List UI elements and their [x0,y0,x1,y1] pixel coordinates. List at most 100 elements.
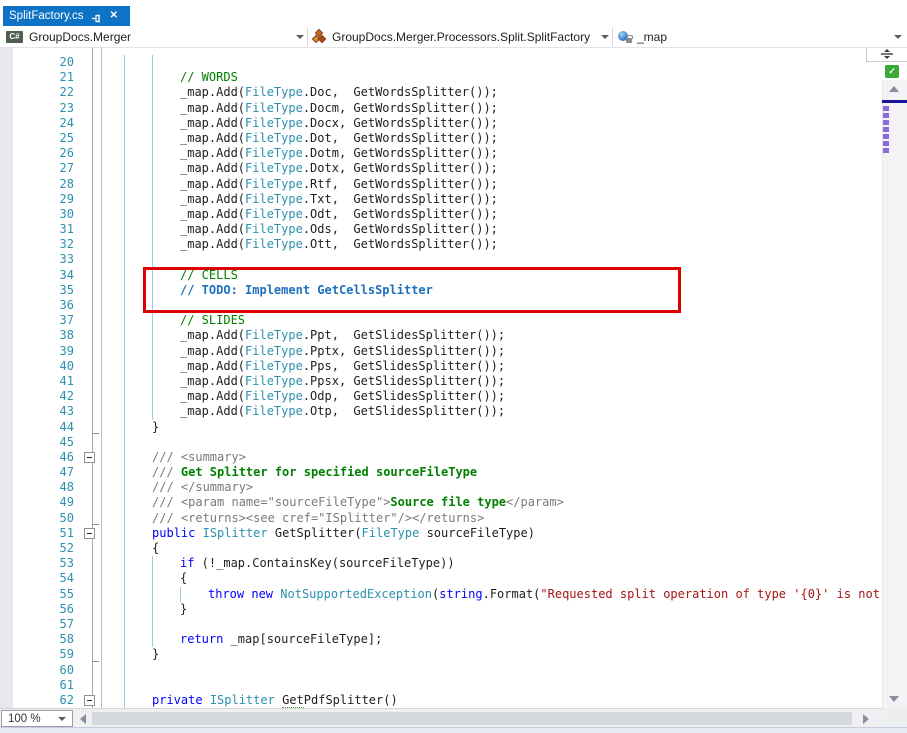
line-number: 47 [59,465,74,480]
code-line-32[interactable]: 32 _map.Add(FileType.Ott, GetWordsSplitte… [0,237,882,253]
code-line-38[interactable]: 38 _map.Add(FileType.Ppt, GetSlidesSplitt… [0,328,882,344]
code-line-39[interactable]: 39 _map.Add(FileType.Pptx, GetSlidesSplit… [0,343,882,359]
indent-guide [124,556,125,572]
code-line-33[interactable]: 33 [0,252,882,268]
type-dropdown-arrow-icon[interactable] [601,35,609,39]
line-number: 39 [59,343,74,358]
indent-guide [124,343,125,359]
scroll-right-arrow[interactable] [863,714,869,724]
code-text: if (!_map.ContainsKey(sourceFileType)) [180,556,455,571]
code-line-55[interactable]: 55 throw new NotSupportedException(string… [0,586,907,602]
code-line-51[interactable]: 51 public ISplitter GetSplitter(FileType … [0,525,882,541]
scroll-up-arrow[interactable] [889,86,899,92]
vertical-scrollbar-track[interactable] [882,80,907,708]
zoom-dropdown-arrow-icon[interactable] [58,716,66,721]
code-line-24[interactable]: 24 _map.Add(FileType.Docx, GetWordsSplitt… [0,115,882,131]
vertical-scrollbar[interactable]: ✓ [866,48,907,708]
code-line-42[interactable]: 42 _map.Add(FileType.Odp, GetSlidesSplitt… [0,389,882,405]
type-dropdown[interactable]: GroupDocs.Merger.Processors.Split.SplitF… [311,26,590,47]
code-line-46[interactable]: 46 /// <summary> [0,449,882,466]
code-line-52[interactable]: 52 { [0,541,882,557]
fold-toggle-icon[interactable] [84,527,95,539]
pin-icon[interactable] [91,11,103,22]
code-line-62[interactable]: 62 private ISplitter GetPdfSplitter() [0,692,882,708]
close-icon[interactable]: ✕ [110,11,118,21]
change-mark [883,134,889,139]
indent-guide [152,358,153,374]
member-dropdown-arrow-icon[interactable] [894,35,902,39]
code-line-47[interactable]: 47 /// Get Splitter for specified sourceF… [0,465,882,481]
code-text: // TODO: Implement GetCellsSplitter [180,282,433,297]
indent-guide [152,267,153,283]
line-number: 53 [59,556,74,571]
splitter-grip[interactable] [866,48,907,62]
code-line-28[interactable]: 28 _map.Add(FileType.Rtf, GetWordsSplitte… [0,176,882,192]
horizontal-scrollbar-thumb[interactable] [92,712,852,725]
code-text: public ISplitter GetSplitter(FileType so… [152,525,535,540]
code-line-40[interactable]: 40 _map.Add(FileType.Pps, GetSlidesSplitt… [0,358,882,374]
code-line-59[interactable]: 59} [0,647,882,663]
code-line-20[interactable]: 20 [0,55,882,71]
code-text: /// <returns><see cref="ISplitter"/></re… [152,510,485,525]
scroll-down-arrow[interactable] [889,696,899,702]
code-line-57[interactable]: 57 [0,616,882,633]
project-label: GroupDocs.Merger [29,29,132,44]
line-number: 32 [59,237,74,252]
project-dropdown-arrow-icon[interactable] [296,35,304,39]
horizontal-scrollbar[interactable] [75,709,880,728]
editor-bottom-bar: 100 % [0,708,907,728]
code-line-54[interactable]: 54 { [0,571,882,587]
code-text: _map.Add(FileType.Rtf, GetWordsSplitter(… [180,176,498,191]
code-line-26[interactable]: 26 _map.Add(FileType.Dotm, GetWordsSplitt… [0,146,882,162]
fold-toggle-icon[interactable] [84,694,95,706]
indent-guide [124,662,125,678]
code-line-23[interactable]: 23 _map.Add(FileType.Docm, GetWordsSplitt… [0,100,882,116]
code-line-44[interactable]: 44} [0,419,882,435]
code-line-60[interactable]: 60 [0,662,882,678]
code-line-61[interactable]: 61 [0,677,882,693]
code-line-31[interactable]: 31 _map.Add(FileType.Ods, GetWordsSplitte… [0,222,882,238]
code-line-53[interactable]: 53 if (!_map.ContainsKey(sourceFileType)) [0,556,882,572]
code-text: /// </summary> [152,480,254,495]
code-line-27[interactable]: 27 _map.Add(FileType.Dotx, GetWordsSplitt… [0,161,882,177]
tab-splitfactory[interactable]: SplitFactory.cs ✕ [3,6,130,26]
indent-guide [152,70,153,86]
scroll-left-arrow[interactable] [80,714,86,724]
code-line-29[interactable]: 29 _map.Add(FileType.Txt, GetWordsSplitte… [0,191,882,207]
code-line-21[interactable]: 21 // WORDS [0,70,882,86]
code-line-30[interactable]: 30 _map.Add(FileType.Odt, GetWordsSplitte… [0,206,882,223]
indent-guide [124,146,125,162]
file-health-indicator-icon[interactable]: ✓ [885,65,899,78]
indent-guide [152,282,153,298]
zoom-dropdown[interactable]: 100 % [1,710,73,727]
code-line-25[interactable]: 25 _map.Add(FileType.Dot, GetWordsSplitte… [0,130,882,147]
code-line-56[interactable]: 56} [0,601,882,617]
code-line-58[interactable]: 58 return _map[sourceFileType]; [0,632,882,648]
indent-guide [152,176,153,192]
code-line-49[interactable]: 49 /// <param name="sourceFileType">Sourc… [0,495,882,511]
indent-guide [124,404,125,420]
code-line-35[interactable]: 35 // TODO: Implement GetCellsSplitter [0,282,882,298]
line-number: 34 [59,267,74,282]
code-text: // WORDS [180,70,238,85]
code-lines[interactable]: 20 21 // WORDS 22 _map.Add(FileType.Doc, Get… [0,55,907,708]
fold-toggle-icon[interactable] [84,451,95,463]
line-number: 33 [59,252,74,267]
project-dropdown[interactable]: C# GroupDocs.Merger [6,26,131,47]
code-line-41[interactable]: 41 _map.Add(FileType.Ppsx, GetSlidesSplit… [0,373,882,390]
line-number: 35 [59,282,74,297]
line-number: 56 [59,601,74,616]
code-line-36[interactable]: 36 [0,298,882,314]
code-line-22[interactable]: 22 _map.Add(FileType.Doc, GetWordsSplitte… [0,85,882,101]
code-line-37[interactable]: 37 // SLIDES [0,313,882,329]
indent-guide [124,586,125,602]
line-number: 28 [59,176,74,191]
code-line-34[interactable]: 34 // CELLS [0,267,882,283]
code-line-45[interactable]: 45 [0,434,882,450]
code-editor[interactable]: 20 21 // WORDS 22 _map.Add(FileType.Doc, Get… [0,48,907,708]
indent-guide [124,161,125,177]
code-line-43[interactable]: 43 _map.Add(FileType.Otp, GetSlidesSplitt… [0,404,882,420]
code-line-48[interactable]: 48 /// </summary> [0,480,882,496]
code-line-50[interactable]: 50 /// <returns><see cref="ISplitter"/></… [0,510,882,526]
member-dropdown[interactable]: _map [618,26,667,47]
